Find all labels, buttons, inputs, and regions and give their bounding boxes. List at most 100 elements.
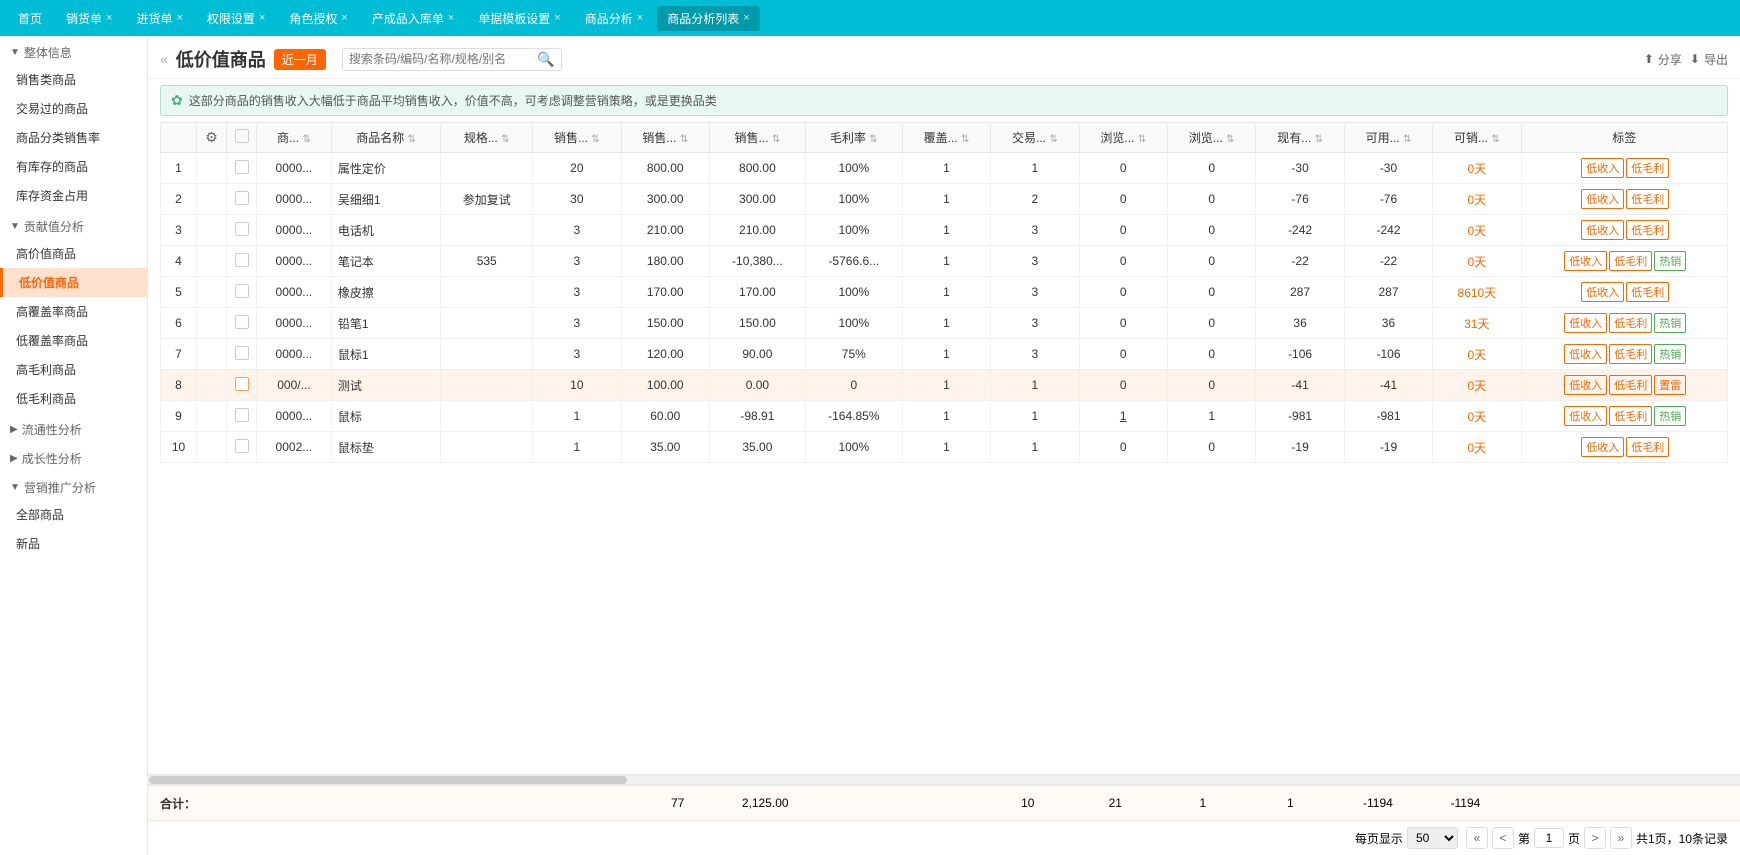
- nav-permission[interactable]: 权限设置 ×: [197, 6, 275, 31]
- nav-close-product-inbound[interactable]: ×: [448, 12, 454, 24]
- cell-checkbox[interactable]: [227, 153, 257, 184]
- nav-role-auth[interactable]: 角色授权 ×: [279, 6, 357, 31]
- cell-checkbox[interactable]: [227, 215, 257, 246]
- col-stock-saleable[interactable]: 可销... ⇅: [1433, 123, 1521, 153]
- cell-trade: 3: [991, 308, 1079, 339]
- tag: 低毛利: [1626, 189, 1669, 209]
- sidebar-item-capital-usage[interactable]: 库存资金占用: [0, 181, 147, 210]
- cell-checkbox[interactable]: [227, 432, 257, 463]
- sidebar-item-all-goods[interactable]: 全部商品: [0, 500, 147, 529]
- col-view1[interactable]: 浏览... ⇅: [1079, 123, 1167, 153]
- page-input[interactable]: [1534, 828, 1564, 848]
- row-checkbox[interactable]: [235, 408, 249, 422]
- header-checkbox[interactable]: [235, 129, 249, 143]
- sidebar-item-high-value[interactable]: 高价值商品: [0, 239, 147, 268]
- sidebar-item-traded-goods[interactable]: 交易过的商品: [0, 94, 147, 123]
- cell-checkbox[interactable]: [227, 339, 257, 370]
- cell-checkbox[interactable]: [227, 246, 257, 277]
- col-trade[interactable]: 交易... ⇅: [991, 123, 1079, 153]
- col-spec[interactable]: 规格... ⇅: [441, 123, 533, 153]
- col-code[interactable]: 商... ⇅: [257, 123, 332, 153]
- cell-view1[interactable]: 1: [1079, 401, 1167, 432]
- cell-stock-current: -41: [1256, 370, 1344, 401]
- search-input[interactable]: [349, 52, 534, 66]
- export-button[interactable]: ⬇ 导出: [1690, 51, 1728, 68]
- sidebar-item-stock-goods[interactable]: 有库存的商品: [0, 152, 147, 181]
- sidebar-item-low-coverage[interactable]: 低覆盖率商品: [0, 326, 147, 355]
- nav-sales-order[interactable]: 销货单 ×: [56, 6, 122, 31]
- cell-checkbox[interactable]: [227, 308, 257, 339]
- row-checkbox[interactable]: [235, 222, 249, 236]
- col-sales-profit[interactable]: 销售... ⇅: [709, 123, 805, 153]
- sidebar-item-high-margin[interactable]: 高毛利商品: [0, 355, 147, 384]
- nav-close-product-analysis-list[interactable]: ×: [743, 12, 749, 24]
- col-stock-current[interactable]: 现有... ⇅: [1256, 123, 1344, 153]
- sidebar-item-sales-goods[interactable]: 销售类商品: [0, 65, 147, 94]
- cell-checkbox[interactable]: [227, 370, 257, 401]
- nav-purchase-order[interactable]: 进货单 ×: [126, 6, 192, 31]
- col-margin[interactable]: 毛利率 ⇅: [805, 123, 902, 153]
- cell-stock-current: 36: [1256, 308, 1344, 339]
- nav-close-purchase-order[interactable]: ×: [176, 12, 182, 24]
- sidebar-group-overall[interactable]: ▼ 整体信息: [0, 36, 147, 65]
- nav-close-role-auth[interactable]: ×: [341, 12, 347, 24]
- row-checkbox[interactable]: [235, 191, 249, 205]
- sidebar-item-low-margin[interactable]: 低毛利商品: [0, 384, 147, 413]
- cell-checkbox[interactable]: [227, 277, 257, 308]
- nav-product-analysis-list[interactable]: 商品分析列表 ×: [657, 6, 759, 31]
- row-checkbox[interactable]: [235, 439, 249, 453]
- horizontal-scrollbar[interactable]: [148, 774, 1740, 784]
- cell-name: 电话机: [331, 215, 440, 246]
- sidebar-group-liquidity[interactable]: ▶ 流通性分析: [0, 413, 147, 442]
- table-wrapper[interactable]: ⚙ 商... ⇅ 商品名称 ⇅ 规格... ⇅ 销售... ⇅ 销售... ⇅ …: [148, 122, 1740, 774]
- sidebar-group-contribution[interactable]: ▼ 贡献值分析: [0, 210, 147, 239]
- col-sales-amt[interactable]: 销售... ⇅: [621, 123, 709, 153]
- share-button[interactable]: ⬆ 分享: [1644, 51, 1682, 68]
- cell-trade: 1: [991, 370, 1079, 401]
- row-checkbox[interactable]: [235, 377, 249, 391]
- col-view2[interactable]: 浏览... ⇅: [1167, 123, 1255, 153]
- row-checkbox[interactable]: [235, 346, 249, 360]
- cell-row-num: 5: [161, 277, 197, 308]
- col-sales-qty[interactable]: 销售... ⇅: [533, 123, 621, 153]
- first-page-btn[interactable]: «: [1466, 827, 1488, 849]
- sidebar-group-marketing[interactable]: ▼ 营销推广分析: [0, 471, 147, 500]
- cell-stock-available: -106: [1344, 339, 1432, 370]
- cell-checkbox[interactable]: [227, 184, 257, 215]
- cell-stock-saleable: 0天: [1433, 215, 1521, 246]
- nav-close-permission[interactable]: ×: [259, 12, 265, 24]
- main-layout: ▼ 整体信息 销售类商品 交易过的商品 商品分类销售率 有库存的商品 库存资金占…: [0, 36, 1740, 855]
- nav-close-sales-order[interactable]: ×: [106, 12, 112, 24]
- col-stock-available[interactable]: 可用... ⇅: [1344, 123, 1432, 153]
- sidebar-group-growth[interactable]: ▶ 成长性分析: [0, 442, 147, 471]
- filter-tag-recent-month[interactable]: 近一月: [274, 49, 326, 70]
- nav-home[interactable]: 首页: [8, 6, 52, 31]
- cell-stock-current: -242: [1256, 215, 1344, 246]
- sidebar-item-low-value[interactable]: 低价值商品: [0, 268, 147, 297]
- nav-close-template[interactable]: ×: [554, 12, 560, 24]
- sidebar-item-category-rate[interactable]: 商品分类销售率: [0, 123, 147, 152]
- last-page-btn[interactable]: »: [1610, 827, 1632, 849]
- content-area: « 低价值商品 近一月 🔍 ⬆ 分享 ⬇ 导出 ✿ 这部分商品的销售收入大幅: [148, 36, 1740, 855]
- cell-checkbox[interactable]: [227, 401, 257, 432]
- data-table: ⚙ 商... ⇅ 商品名称 ⇅ 规格... ⇅ 销售... ⇅ 销售... ⇅ …: [160, 122, 1728, 463]
- row-checkbox[interactable]: [235, 253, 249, 267]
- row-checkbox[interactable]: [235, 315, 249, 329]
- per-page-select[interactable]: 50 100 200: [1407, 827, 1458, 849]
- nav-template-settings[interactable]: 单据模板设置 ×: [468, 6, 570, 31]
- row-checkbox[interactable]: [235, 284, 249, 298]
- col-gear[interactable]: ⚙: [197, 123, 227, 153]
- col-name[interactable]: 商品名称 ⇅: [331, 123, 440, 153]
- search-icon[interactable]: 🔍: [537, 51, 554, 68]
- nav-close-product-analysis[interactable]: ×: [637, 12, 643, 24]
- sidebar-item-high-coverage[interactable]: 高覆盖率商品: [0, 297, 147, 326]
- nav-product-analysis[interactable]: 商品分析 ×: [575, 6, 653, 31]
- footer-view1: 1: [1159, 796, 1247, 810]
- sidebar-item-new-goods[interactable]: 新品: [0, 529, 147, 558]
- col-coverage[interactable]: 覆盖... ⇅: [902, 123, 990, 153]
- prev-page-btn[interactable]: <: [1492, 827, 1514, 849]
- row-checkbox[interactable]: [235, 160, 249, 174]
- next-page-btn[interactable]: >: [1584, 827, 1606, 849]
- sidebar-collapse-btn[interactable]: «: [160, 51, 168, 67]
- nav-product-inbound[interactable]: 产成品入库单 ×: [362, 6, 464, 31]
